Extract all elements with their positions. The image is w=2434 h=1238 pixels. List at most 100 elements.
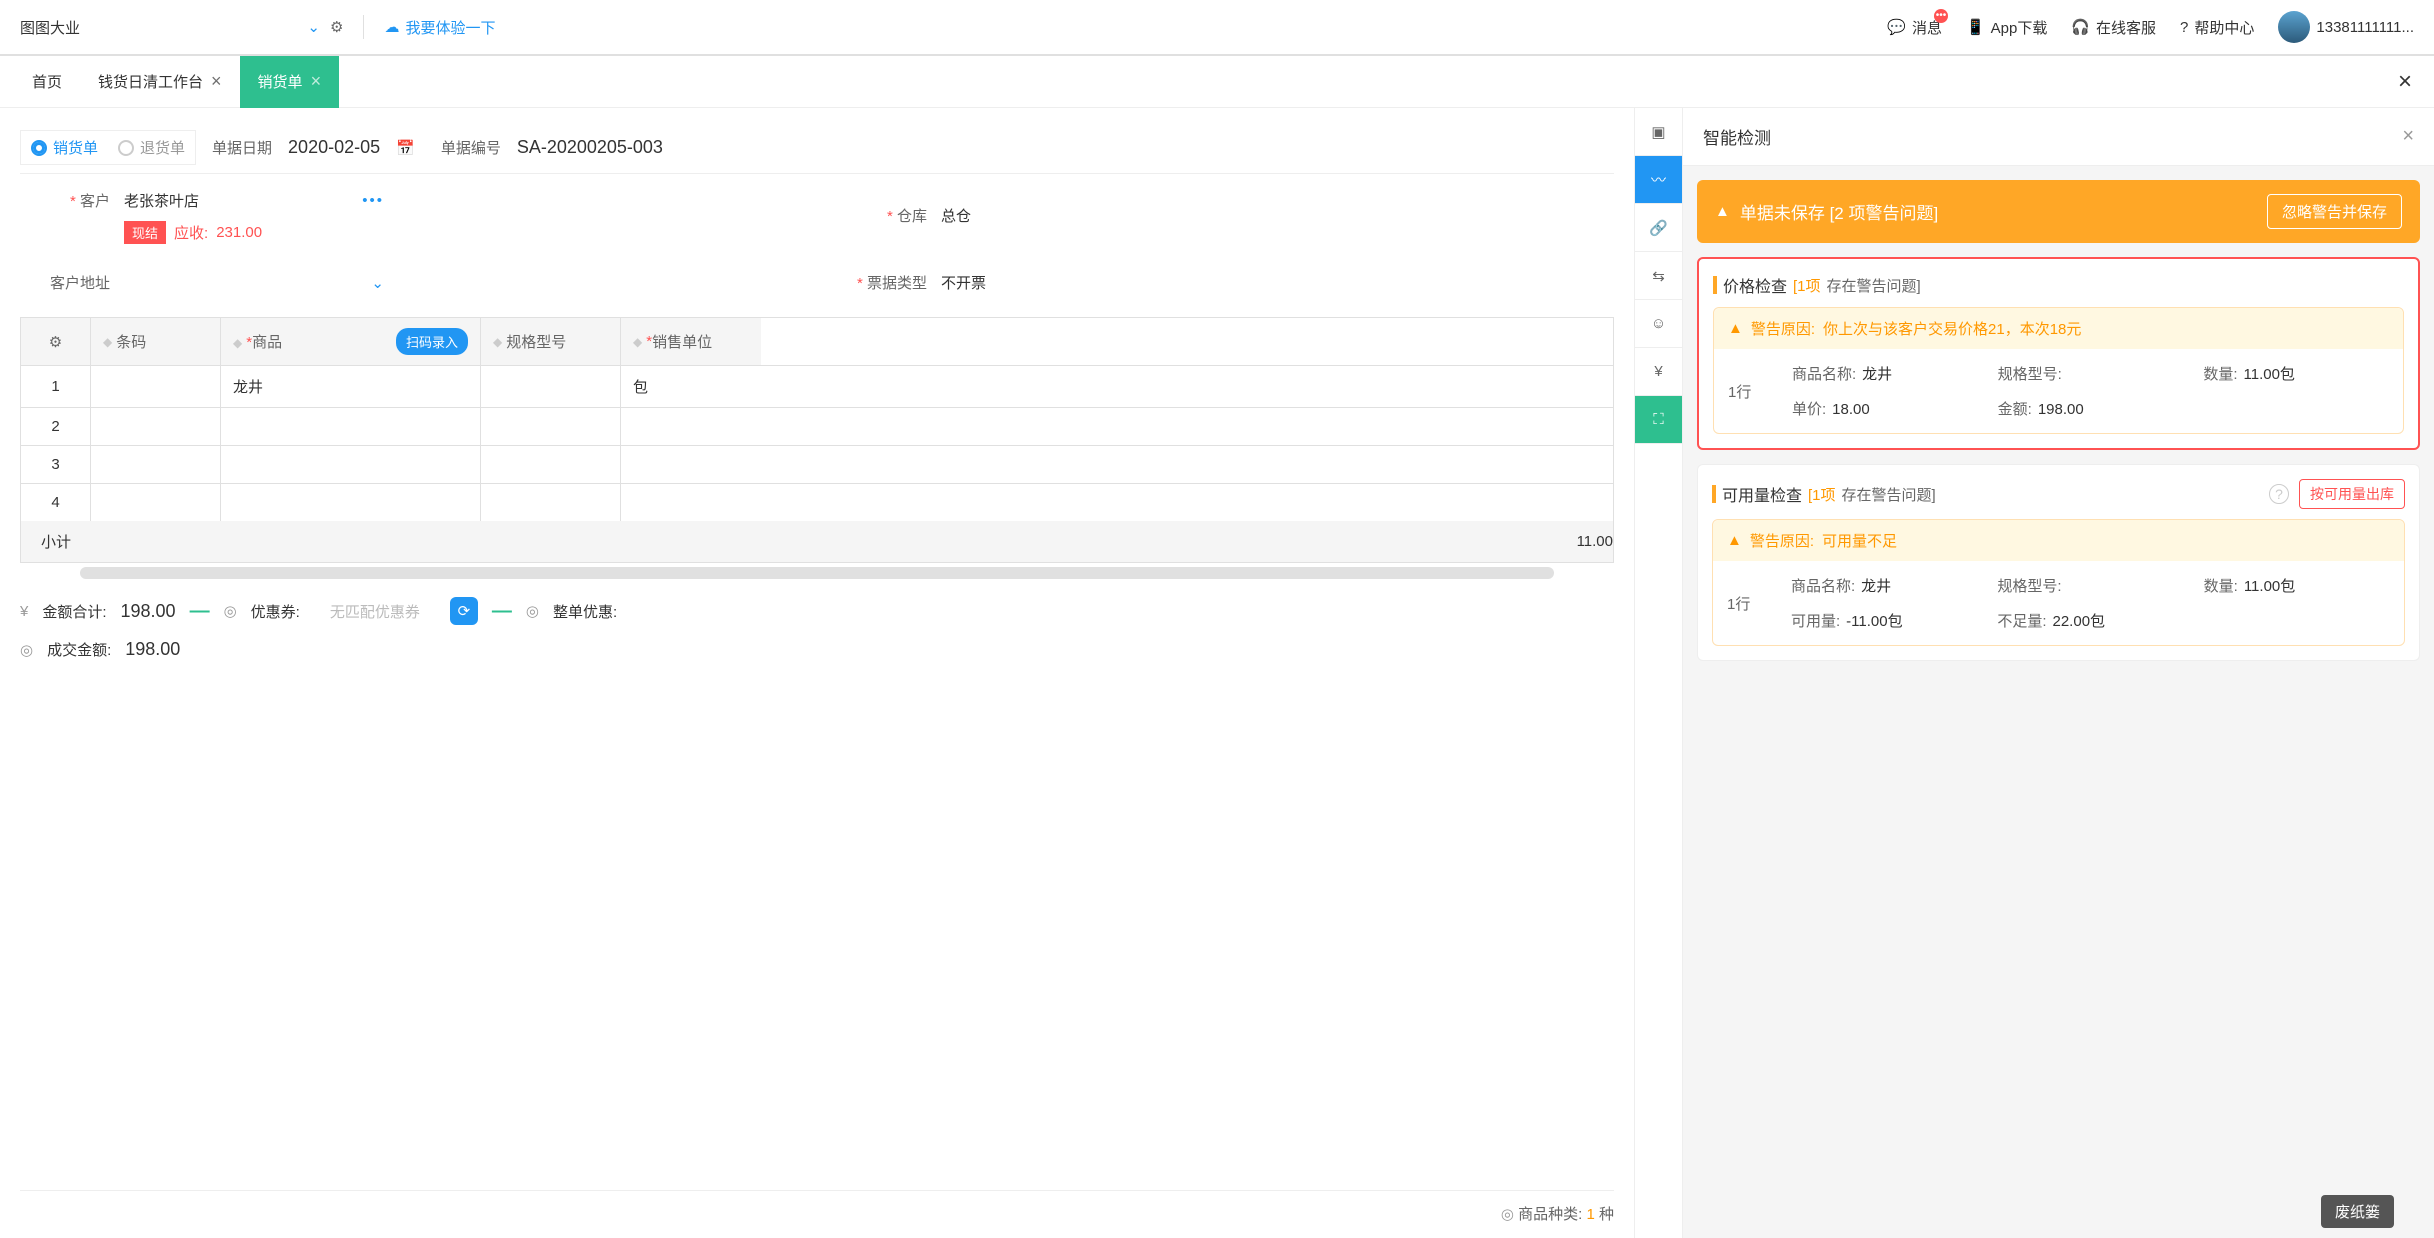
barcode-header[interactable]: ◆条码 (91, 318, 221, 365)
help-center-button[interactable]: ? 帮助中心 (2180, 17, 2254, 38)
tab-sales[interactable]: 销货单 × (240, 56, 340, 108)
tab-workbench[interactable]: 钱货日清工作台 × (80, 56, 240, 108)
cell-barcode[interactable] (91, 446, 221, 483)
warehouse-input[interactable]: 总仓 (941, 201, 1061, 230)
cell-barcode[interactable] (91, 366, 221, 407)
customer-field: 客户 老张茶叶店 ••• (20, 186, 797, 215)
deal-total-row: ◎ 成交金额: 198.00 (20, 639, 1614, 660)
tab-home[interactable]: 首页 (14, 56, 80, 108)
amount-total-value: 198.00 (121, 601, 176, 622)
ignore-save-button[interactable]: 忽略警告并保存 (2267, 194, 2402, 229)
help-icon[interactable]: ? (2269, 484, 2289, 504)
radio-return-label: 退货单 (140, 137, 185, 158)
gear-icon[interactable]: ⚙ (330, 18, 343, 36)
radio-return[interactable]: 退货单 (118, 137, 185, 158)
cell-unit[interactable] (621, 408, 761, 445)
table-row[interactable]: 2 (21, 408, 1613, 446)
address-input[interactable]: ⌄ (124, 270, 384, 296)
invoice-field: 票据类型 不开票 (837, 268, 1614, 297)
warn-row-label: 1行 (1727, 575, 1777, 631)
notification-badge: ••• (1934, 9, 1948, 23)
close-icon[interactable]: × (2402, 125, 2414, 148)
price-check-count: [1项 (1793, 275, 1821, 296)
table-row[interactable]: 4 (21, 484, 1613, 521)
cell-barcode[interactable] (91, 408, 221, 445)
spec-header[interactable]: ◆规格型号 (481, 318, 621, 365)
product-kinds-suffix: 种 (1599, 1206, 1614, 1223)
cell-spec[interactable] (481, 446, 621, 483)
smart-panel-body: 价格检查 [1项存在警告问题] ▲ 警告原因: 你上次与该客户交易价格21，本次… (1683, 257, 2434, 661)
online-service-button[interactable]: 🎧 在线客服 (2071, 17, 2156, 38)
out-by-avail-button[interactable]: 按可用量出库 (2299, 479, 2405, 509)
toolbar-link-icon[interactable]: 🔗 (1635, 204, 1682, 252)
company-name: 图图大业 (20, 17, 80, 38)
toolbar-person-icon[interactable]: ☺ (1635, 300, 1682, 348)
user-menu[interactable]: 13381111111... (2278, 11, 2414, 43)
more-icon[interactable]: ••• (362, 192, 384, 209)
horizontal-scrollbar[interactable] (80, 567, 1554, 579)
app-download-button[interactable]: 📱 App下载 (1966, 17, 2047, 38)
toolbar-money-icon[interactable]: ¥ (1635, 348, 1682, 396)
sort-icon: ◆ (633, 335, 642, 349)
deal-label: 成交金额: (47, 639, 111, 660)
cell-spec[interactable] (481, 408, 621, 445)
toolbar-chart-icon[interactable]: 〰 (1635, 156, 1682, 204)
experience-link[interactable]: ☁ 我要体验一下 (384, 17, 495, 38)
toolbar-expand-icon[interactable]: ⛶ (1635, 396, 1682, 444)
tab-bar: 首页 钱货日清工作台 × 销货单 × × (0, 56, 2434, 108)
radio-sales[interactable]: 销货单 (31, 137, 98, 158)
chevron-down-icon: ⌄ (307, 18, 320, 36)
price-check-title-text: 价格检查 (1723, 273, 1787, 297)
close-all-tabs-icon[interactable]: × (2390, 68, 2420, 96)
radio-sales-label: 销货单 (53, 137, 98, 158)
close-icon[interactable]: × (211, 71, 222, 92)
messages-button[interactable]: 💬 消息 ••• (1887, 17, 1942, 38)
cell-unit[interactable] (621, 484, 761, 521)
cell-product[interactable]: 龙井 (221, 366, 481, 407)
toolbar-doc-icon[interactable]: ▣ (1635, 108, 1682, 156)
sort-icon: ◆ (233, 336, 242, 350)
coupon-input[interactable]: 无匹配优惠券 (314, 601, 436, 622)
detail-qty: 数量:11.00包 (2203, 363, 2389, 384)
list-icon: ◎ (1501, 1205, 1514, 1223)
unit-header[interactable]: ◆*销售单位 (621, 318, 761, 365)
cell-barcode[interactable] (91, 484, 221, 521)
invoice-input[interactable]: 不开票 (941, 268, 1061, 297)
settings-col[interactable]: ⚙ (21, 318, 91, 365)
warning-icon: ▲ (1728, 320, 1743, 337)
settle-badge: 现结 (124, 221, 166, 244)
main-area: 销货单 退货单 单据日期 2020-02-05 📅 单据编号 SA-202002… (0, 108, 2434, 1238)
toolbar-diff-icon[interactable]: ⇆ (1635, 252, 1682, 300)
invoice-label: 票据类型 (837, 272, 927, 293)
avail-check-title-text: 可用量检查 (1722, 482, 1802, 506)
refresh-button[interactable]: ⟳ (450, 597, 478, 625)
calendar-icon[interactable]: 📅 (396, 139, 415, 157)
table-row[interactable]: 3 (21, 446, 1613, 484)
cell-spec[interactable] (481, 366, 621, 407)
cell-product[interactable] (221, 484, 481, 521)
trash-button[interactable]: 废纸篓 (2321, 1195, 2394, 1228)
phone-icon: 📱 (1966, 18, 1985, 36)
currency-icon: ¥ (20, 603, 28, 620)
close-icon[interactable]: × (311, 71, 322, 92)
customer-input[interactable]: 老张茶叶店 ••• (124, 186, 384, 215)
deal-icon: ◎ (20, 641, 33, 659)
cell-unit[interactable] (621, 446, 761, 483)
cell-product[interactable] (221, 446, 481, 483)
warning-icon: ▲ (1715, 203, 1730, 220)
number-value: SA-20200205-003 (517, 137, 663, 158)
cell-unit[interactable]: 包 (621, 366, 761, 407)
cell-spec[interactable] (481, 484, 621, 521)
title-bar-icon (1713, 276, 1717, 294)
company-selector[interactable]: 图图大业 ⌄ (20, 17, 320, 38)
chevron-down-icon: ⌄ (371, 274, 384, 292)
price-check-section: 价格检查 [1项存在警告问题] ▲ 警告原因: 你上次与该客户交易价格21，本次… (1697, 257, 2420, 450)
price-warn-reason-row: ▲ 警告原因: 你上次与该客户交易价格21，本次18元 (1714, 308, 2403, 349)
scan-button[interactable]: 扫码录入 (396, 328, 468, 355)
product-header[interactable]: ◆*商品 扫码录入 (221, 318, 481, 365)
table-row[interactable]: 1龙井包 (21, 366, 1613, 408)
cell-product[interactable] (221, 408, 481, 445)
row-index: 3 (21, 446, 91, 483)
date-value[interactable]: 2020-02-05 (288, 137, 380, 158)
price-warn-details: 1行 商品名称:龙井 规格型号: 数量:11.00包 单价:18.00 金额:1… (1714, 349, 2403, 433)
